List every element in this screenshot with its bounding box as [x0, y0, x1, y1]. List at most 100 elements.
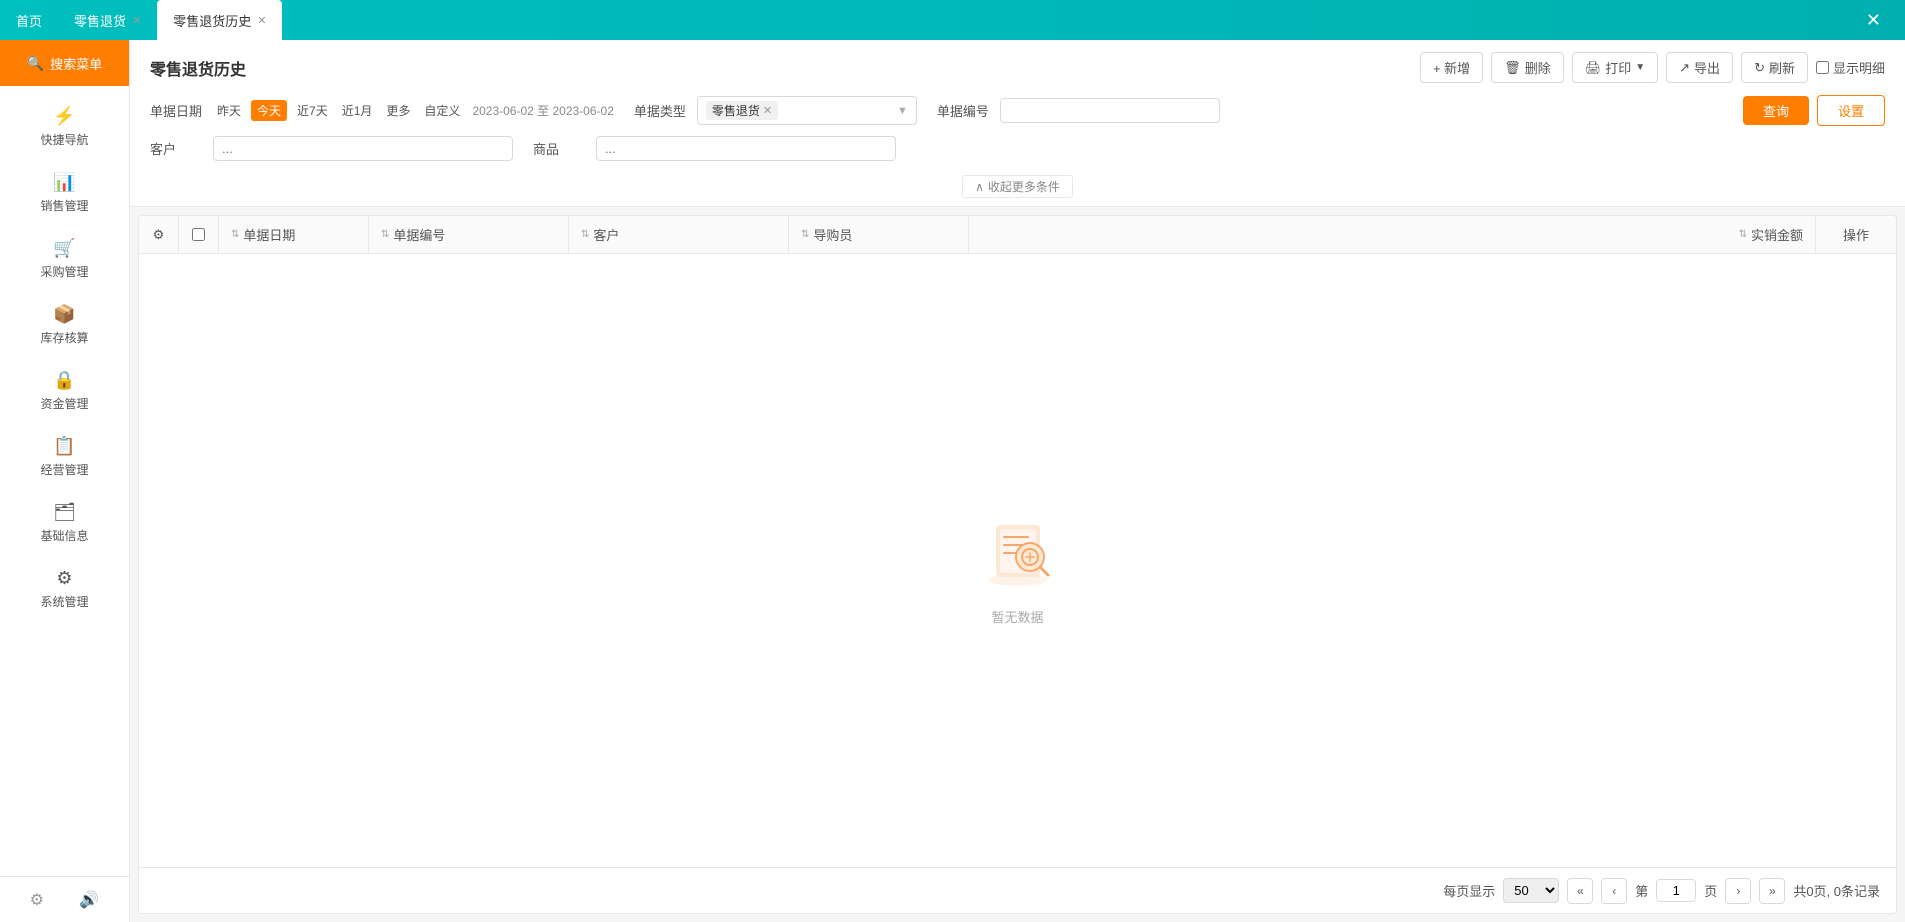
doc-type-select[interactable]: 零售退货 ✕ ▼: [697, 96, 917, 125]
tab-retail-return-history-close[interactable]: ✕: [257, 14, 266, 27]
first-page-icon: «: [1577, 884, 1584, 898]
page-go-text: 第: [1635, 881, 1648, 900]
tab-home-label: 首页: [16, 11, 42, 30]
show-detail-checkbox-label[interactable]: 显示明细: [1816, 58, 1885, 77]
select-all-checkbox[interactable]: [192, 228, 205, 241]
purchase-icon: 🛒: [53, 238, 75, 259]
refresh-icon: ↻: [1754, 60, 1765, 76]
doc-no-input[interactable]: [1000, 98, 1220, 123]
finance-icon: 🔒: [53, 370, 75, 391]
customer-input[interactable]: [213, 136, 513, 161]
sidebar-item-quick-nav-label: 快捷导航: [40, 131, 88, 148]
sidebar-search-label: 搜索菜单: [50, 54, 102, 73]
customer-label: 客户: [150, 139, 205, 158]
th-amount-label: 实销金额: [1751, 225, 1803, 244]
page-label: 页: [1704, 881, 1717, 900]
page-title: 零售退货历史: [150, 56, 246, 80]
more-shortcut[interactable]: 更多: [382, 100, 414, 121]
today-shortcut[interactable]: 今天: [251, 100, 287, 121]
collapse-row: ∧ 收起更多条件: [150, 171, 1885, 206]
sidebar-item-sales-mgmt[interactable]: 📊 销售管理: [0, 160, 129, 226]
sidebar-item-quick-nav[interactable]: ⚡ 快捷导航: [0, 94, 129, 160]
next-page-button[interactable]: ›: [1725, 878, 1751, 904]
top-nav-bar: 首页 零售退货 ✕ 零售退货历史 ✕ ✕: [0, 0, 1905, 40]
doc-type-tag-close[interactable]: ✕: [763, 104, 772, 117]
th-amount[interactable]: ⇅ 实销金额: [969, 216, 1816, 253]
show-detail-checkbox[interactable]: [1816, 61, 1829, 74]
sidebar-item-sales-label: 销售管理: [40, 197, 88, 214]
th-customer-label: 客户: [593, 225, 619, 244]
top-nav-right: ✕: [1858, 10, 1905, 31]
th-guide[interactable]: ⇅ 导购员: [789, 216, 969, 253]
tab-retail-return-history-label: 零售退货历史: [173, 11, 251, 30]
sidebar-item-inventory[interactable]: 📦 库存核算: [0, 292, 129, 358]
total-text: 共0页, 0条记录: [1793, 881, 1880, 900]
last-page-button[interactable]: »: [1759, 878, 1785, 904]
sidebar-menu: ⚡ 快捷导航 📊 销售管理 🛒 采购管理 📦 库存核算 🔒 资金管理 📋: [0, 86, 129, 876]
search-icon: 🔍: [27, 55, 44, 72]
settings-gear-icon[interactable]: ⚙: [30, 890, 44, 910]
sidebar-item-purchase-mgmt[interactable]: 🛒 采购管理: [0, 226, 129, 292]
filter-row-1: 单据日期 昨天 今天 近7天 近1月 更多 自定义 2023-06-02 至 2…: [150, 95, 1885, 126]
table-container: ⚙ ⇅ 单据日期 ⇅ 单据编号 ⇅ 客户 ⇅: [138, 215, 1897, 914]
app-close-button[interactable]: ✕: [1858, 10, 1889, 31]
print-button[interactable]: 🖨 打印 ▼: [1572, 52, 1658, 83]
sidebar-item-purchase-label: 采购管理: [40, 263, 88, 280]
page-number-input[interactable]: [1656, 879, 1696, 902]
yesterday-shortcut[interactable]: 昨天: [213, 100, 245, 121]
sidebar-search-button[interactable]: 🔍 搜索菜单: [0, 40, 129, 86]
goods-input[interactable]: [596, 136, 896, 161]
sidebar-item-finance[interactable]: 🔒 资金管理: [0, 358, 129, 424]
system-icon: ⚙: [56, 568, 72, 589]
page-header: 零售退货历史 + 新增 🗑 删除 🖨 打印 ▼ ↗ 导出: [130, 40, 1905, 207]
prev-page-icon: ‹: [1612, 884, 1616, 898]
tab-retail-return-close[interactable]: ✕: [132, 14, 141, 27]
th-checkbox[interactable]: [179, 216, 219, 253]
operation-icon: 📋: [53, 436, 75, 457]
sort-date-icon: ⇅: [231, 229, 239, 240]
filter-area: 单据日期 昨天 今天 近7天 近1月 更多 自定义 2023-06-02 至 2…: [150, 95, 1885, 206]
last7-shortcut[interactable]: 近7天: [293, 100, 332, 121]
delete-button[interactable]: 🗑 删除: [1491, 52, 1564, 83]
th-customer[interactable]: ⇅ 客户: [569, 216, 789, 253]
sort-customer-icon: ⇅: [581, 229, 589, 240]
sort-amount-icon: ⇅: [1739, 229, 1747, 240]
new-button[interactable]: + 新增: [1420, 52, 1483, 83]
collapse-up-icon: ∧: [975, 180, 984, 194]
th-date-label: 单据日期: [243, 225, 295, 244]
tab-retail-return[interactable]: 零售退货 ✕: [58, 0, 157, 40]
volume-icon[interactable]: 🔊: [79, 890, 99, 910]
sort-no-icon: ⇅: [381, 229, 389, 240]
page-size-select[interactable]: 50 10 20 100: [1503, 878, 1559, 903]
th-settings[interactable]: ⚙: [139, 216, 179, 253]
page-size-label: 每页显示: [1443, 881, 1495, 900]
custom-shortcut[interactable]: 自定义: [420, 100, 464, 121]
tab-retail-return-history[interactable]: 零售退货历史 ✕: [157, 0, 282, 40]
page-header-top: 零售退货历史 + 新增 🗑 删除 🖨 打印 ▼ ↗ 导出: [150, 52, 1885, 83]
goods-filter-item: 商品: [533, 136, 896, 161]
filter-row-2: 客户 商品: [150, 136, 1885, 161]
last-page-icon: »: [1769, 884, 1776, 898]
sidebar-item-basic-info[interactable]: 🗂 基础信息: [0, 490, 129, 556]
collapse-button[interactable]: ∧ 收起更多条件: [962, 175, 1073, 198]
doc-no-label: 单据编号: [937, 101, 992, 120]
sidebar-item-operation[interactable]: 📋 经营管理: [0, 424, 129, 490]
export-button[interactable]: ↗ 导出: [1666, 52, 1733, 83]
refresh-button[interactable]: ↻ 刷新: [1741, 52, 1808, 83]
tab-home[interactable]: 首页: [0, 0, 58, 40]
th-no[interactable]: ⇅ 单据编号: [369, 216, 569, 253]
sidebar: 🔍 搜索菜单 ⚡ 快捷导航 📊 销售管理 🛒 采购管理 📦 库存核算 🔒: [0, 40, 130, 922]
doc-no-filter-item: 单据编号: [937, 98, 1220, 123]
last-month-shortcut[interactable]: 近1月: [338, 100, 377, 121]
table-settings-icon: ⚙: [153, 227, 165, 243]
goods-label: 商品: [533, 139, 588, 158]
first-page-button[interactable]: «: [1567, 878, 1593, 904]
show-detail-label: 显示明细: [1833, 58, 1885, 77]
th-date[interactable]: ⇅ 单据日期: [219, 216, 369, 253]
sidebar-item-system-label: 系统管理: [40, 593, 88, 610]
setting-button[interactable]: 设置: [1817, 95, 1885, 126]
date-range-display: 2023-06-02 至 2023-06-02: [472, 102, 613, 119]
query-button[interactable]: 查询: [1743, 96, 1809, 125]
prev-page-button[interactable]: ‹: [1601, 878, 1627, 904]
sidebar-item-system[interactable]: ⚙ 系统管理: [0, 556, 129, 622]
